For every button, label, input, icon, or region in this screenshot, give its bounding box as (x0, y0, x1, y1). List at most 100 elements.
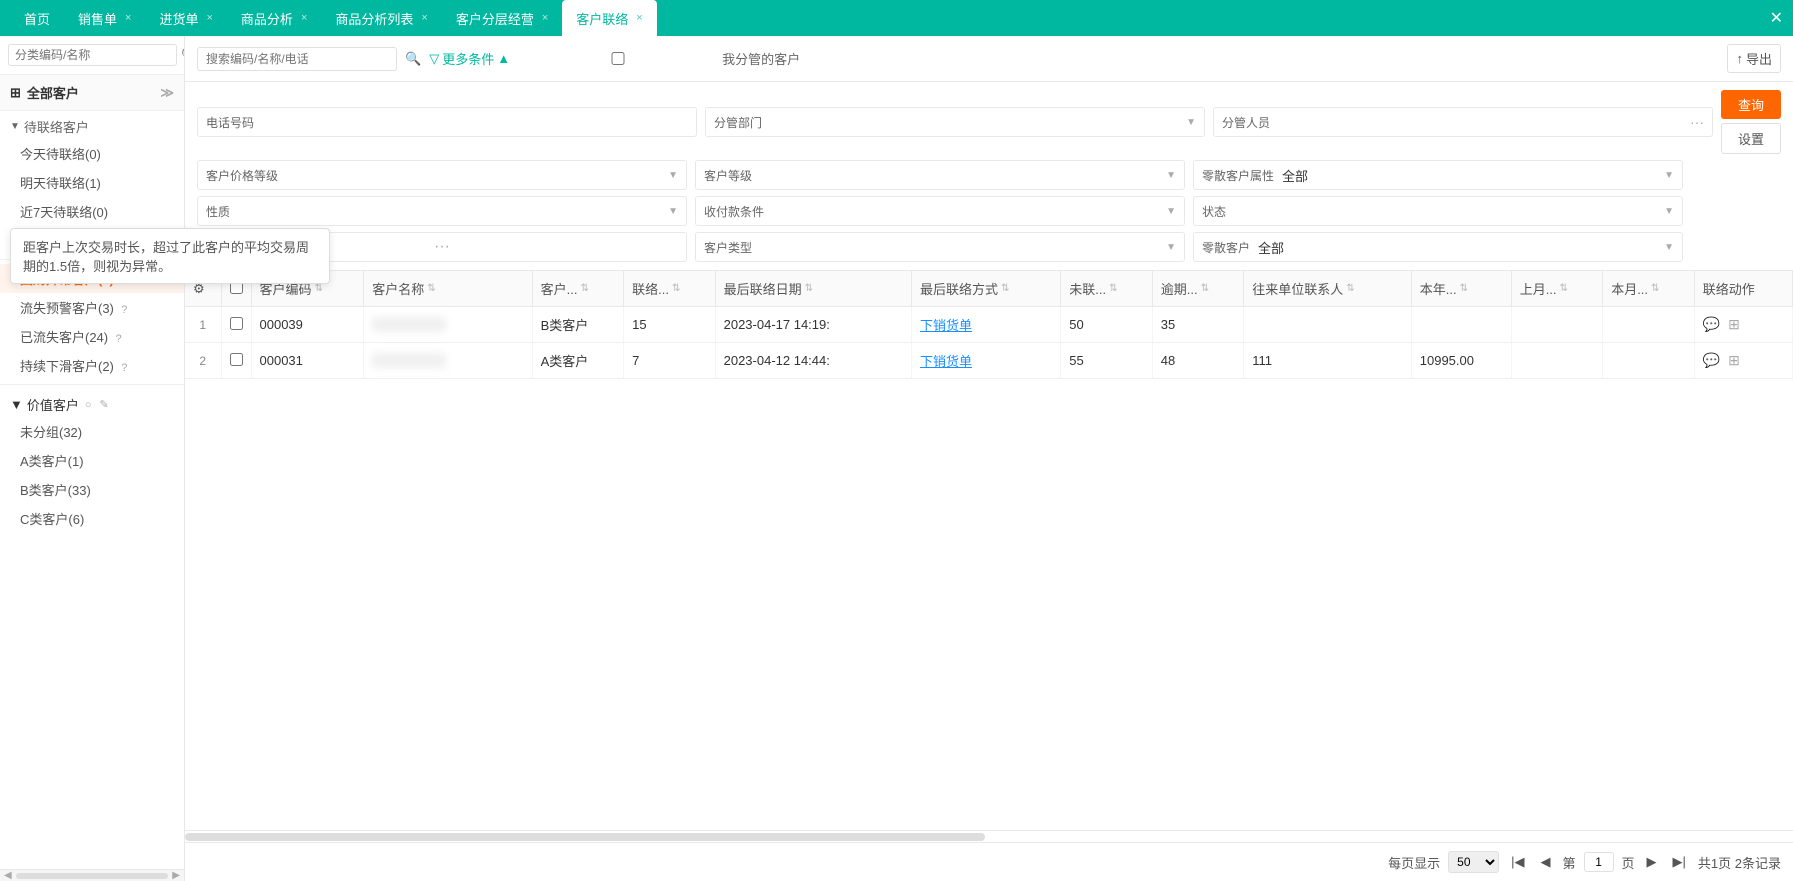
nav-item-sales[interactable]: 销售单 × (64, 0, 145, 36)
th-no-contact-sort-icon[interactable]: ⇅ (1109, 283, 1117, 294)
sidebar-item-today[interactable]: 今天待联络(0) (0, 139, 184, 168)
th-no-contact[interactable]: 未联... ⇅ (1061, 271, 1153, 307)
nav-item-customer-contact[interactable]: 客户联络 × (562, 0, 656, 36)
row1-select-checkbox[interactable] (230, 317, 243, 330)
sidebar-scroll-right[interactable]: ▶ (172, 870, 180, 881)
my-customer-checkbox[interactable] (518, 52, 718, 65)
filter-customer-grade[interactable]: 客户等级 ▼ (695, 160, 1185, 190)
value-group-edit-icon[interactable]: ✎ (100, 398, 109, 411)
lost-preview-info-icon[interactable]: ? (121, 304, 127, 316)
row2-chat-icon[interactable]: 💬 (1703, 352, 1720, 369)
th-this-month-sort-icon[interactable]: ⇅ (1651, 283, 1659, 294)
row1-checkbox[interactable] (221, 307, 251, 343)
filter-retail-attr[interactable]: 零散客户属性 全部 ▼ (1193, 160, 1683, 190)
th-last-date[interactable]: 最后联络日期 ⇅ (715, 271, 911, 307)
filter-manager[interactable]: 分管人员 ··· (1213, 107, 1713, 137)
row2-code[interactable]: 000031 (251, 343, 364, 379)
filter-customer-type[interactable]: 客户类型 ▼ (695, 232, 1185, 262)
sidebar-value-group-header[interactable]: ▼ 价值客户 ○ ✎ (0, 389, 184, 417)
th-overdue[interactable]: 逾期... ⇅ (1152, 271, 1244, 307)
row2-checkbox[interactable] (221, 343, 251, 379)
value-group-circle-icon[interactable]: ○ (85, 399, 92, 411)
export-button[interactable]: ↑ 导出 (1727, 44, 1781, 73)
nav-close-sales[interactable]: × (125, 12, 131, 24)
th-contact-count-sort-icon[interactable]: ⇅ (672, 283, 680, 294)
horizontal-scroll-thumb[interactable] (185, 833, 985, 841)
page-prev-btn[interactable]: ◀ (1537, 852, 1555, 872)
query-button[interactable]: 查询 (1721, 90, 1781, 119)
row1-grid-icon[interactable]: ⊞ (1728, 316, 1740, 333)
row1-chat-icon[interactable]: 💬 (1703, 316, 1720, 333)
page-last-btn[interactable]: ▶| (1669, 852, 1690, 872)
row2-select-checkbox[interactable] (230, 353, 243, 366)
row1-last-method-value[interactable]: 下销货单 (920, 318, 972, 333)
search-input[interactable] (197, 47, 397, 71)
th-code-sort-icon[interactable]: ⇅ (315, 283, 323, 294)
filter-payment[interactable]: 收付款条件 ▼ (695, 196, 1185, 226)
sidebar-search-input[interactable] (8, 44, 177, 66)
window-close-button[interactable]: ✕ (1770, 8, 1783, 28)
all-customers-header[interactable]: ⊞ 全部客户 ≫ (0, 75, 184, 111)
sidebar-item-7days[interactable]: 近7天待联络(0) (0, 197, 184, 226)
filter-phone[interactable]: 电话号码 (197, 107, 697, 137)
th-last-month[interactable]: 上月... ⇅ (1511, 271, 1603, 307)
row2-last-method-value[interactable]: 下销货单 (920, 354, 972, 369)
sidebar-item-lost-preview[interactable]: 流失预警客户(3) ? (0, 293, 184, 322)
sidebar-item-ungroup[interactable]: 未分组(32) (0, 417, 184, 446)
nav-item-analysis-list[interactable]: 商品分析列表 × (321, 0, 441, 36)
nav-item-customer-segment[interactable]: 客户分层经营 × (442, 0, 562, 36)
more-conditions-btn[interactable]: ▽ 更多条件 ▲ (429, 49, 510, 68)
sidebar-item-b-class[interactable]: B类客户(33) (0, 475, 184, 504)
th-this-month[interactable]: 本月... ⇅ (1603, 271, 1695, 307)
nav-close-customer-contact[interactable]: × (636, 12, 642, 24)
th-overdue-sort-icon[interactable]: ⇅ (1201, 283, 1209, 294)
page-first-btn[interactable]: |◀ (1507, 852, 1528, 872)
nav-item-purchase[interactable]: 进货单 × (145, 0, 226, 36)
sidebar-scroll-left[interactable]: ◀ (4, 870, 12, 881)
row2-last-method[interactable]: 下销货单 (912, 343, 1061, 379)
th-type[interactable]: 客户... ⇅ (532, 271, 624, 307)
th-last-method[interactable]: 最后联络方式 ⇅ (912, 271, 1061, 307)
th-type-sort-icon[interactable]: ⇅ (580, 283, 588, 294)
nav-item-home[interactable]: 首页 (10, 0, 64, 36)
row2-grid-icon[interactable]: ⊞ (1728, 352, 1740, 369)
nav-close-purchase[interactable]: × (206, 12, 212, 24)
sidebar-item-c-class[interactable]: C类客户(6) (0, 504, 184, 533)
sidebar-item-declining[interactable]: 持续下滑客户(2) ? (0, 351, 184, 380)
sidebar-item-a-class[interactable]: A类客户(1) (0, 446, 184, 475)
th-last-date-sort-icon[interactable]: ⇅ (805, 283, 813, 294)
lost-info-icon[interactable]: ? (115, 333, 121, 345)
th-contact-person[interactable]: 往来单位联系人 ⇅ (1244, 271, 1412, 307)
nav-item-analysis[interactable]: 商品分析 × (227, 0, 321, 36)
settings-button[interactable]: 设置 (1721, 123, 1781, 154)
nav-close-analysis-list[interactable]: × (421, 12, 427, 24)
th-name-sort-icon[interactable]: ⇅ (427, 283, 435, 294)
th-name[interactable]: 客户名称 ⇅ (364, 271, 532, 307)
row1-code[interactable]: 000039 (251, 307, 364, 343)
filter-status[interactable]: 状态 ▼ (1193, 196, 1683, 226)
th-this-year[interactable]: 本年... ⇅ (1411, 271, 1511, 307)
th-this-year-sort-icon[interactable]: ⇅ (1460, 283, 1468, 294)
filter-nature[interactable]: 性质 ▼ (197, 196, 687, 226)
per-page-select[interactable]: 50 100 200 (1448, 851, 1499, 873)
filter-retail-customer[interactable]: 零散客户 全部 ▼ (1193, 232, 1683, 262)
filter-price-grade[interactable]: 客户价格等级 ▼ (197, 160, 687, 190)
row1-last-method[interactable]: 下销货单 (912, 307, 1061, 343)
horizontal-scrollbar[interactable] (185, 830, 1793, 842)
th-last-method-sort-icon[interactable]: ⇅ (1001, 283, 1009, 294)
my-customer-checkbox-label[interactable]: 我分管的客户 (518, 49, 800, 68)
sidebar-group-pending[interactable]: ▼ 待联络客户 (0, 111, 184, 139)
th-last-month-sort-icon[interactable]: ⇅ (1560, 283, 1568, 294)
filter-dept[interactable]: 分管部门 ▼ (705, 107, 1205, 137)
page-next-btn[interactable]: ▶ (1643, 852, 1661, 872)
th-contact-person-sort-icon[interactable]: ⇅ (1346, 283, 1354, 294)
declining-info-icon[interactable]: ? (121, 362, 127, 374)
nav-close-analysis[interactable]: × (301, 12, 307, 24)
nav-close-customer-segment[interactable]: × (542, 12, 548, 24)
page-input[interactable] (1584, 852, 1614, 872)
sidebar-item-lost[interactable]: 已流失客户(24) ? (0, 322, 184, 351)
sidebar-item-tomorrow[interactable]: 明天待联络(1) (0, 168, 184, 197)
sidebar-collapse-btn[interactable]: ≫ (160, 85, 174, 101)
search-submit-icon[interactable]: 🔍 (405, 51, 421, 67)
th-contact-count[interactable]: 联络... ⇅ (624, 271, 716, 307)
